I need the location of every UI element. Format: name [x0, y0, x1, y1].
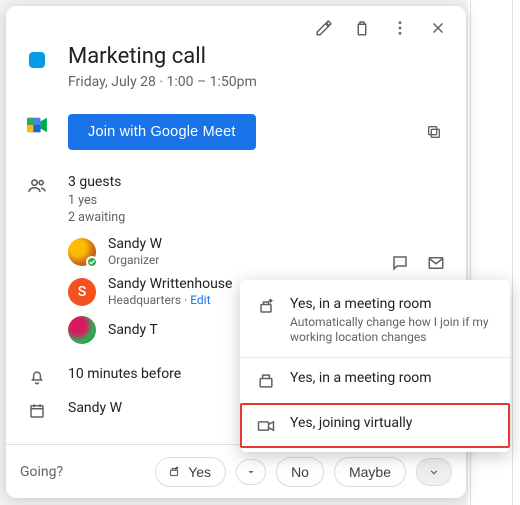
rsvp-no-button[interactable]: No — [276, 457, 324, 487]
avatar — [68, 316, 96, 344]
meet-row: Join with Google Meet — [6, 114, 466, 150]
rsvp-option-room-auto[interactable]: Yes, in a meeting room Automatically cha… — [240, 284, 510, 357]
join-meet-button[interactable]: Join with Google Meet — [68, 114, 256, 150]
bell-icon — [28, 368, 46, 386]
guests-icon — [27, 176, 47, 196]
meeting-room-auto-icon — [256, 297, 276, 317]
email-guests-icon[interactable] — [426, 253, 446, 273]
more-options-icon[interactable] — [390, 18, 410, 38]
guest-role: Organizer — [108, 253, 162, 268]
close-icon[interactable] — [428, 18, 448, 38]
rsvp-yes-label: Yes — [188, 464, 211, 480]
menu-item-title: Yes, in a meeting room — [290, 296, 494, 312]
guest-name: Sandy Writtenhouse — [108, 276, 232, 293]
event-title: Marketing call — [68, 44, 446, 70]
title-row: Marketing call Friday, July 28 · 1:00 – … — [6, 44, 466, 90]
rsvp-option-room[interactable]: Yes, in a meeting room — [240, 357, 510, 403]
rsvp-label: Going? — [20, 464, 63, 480]
rsvp-maybe-button[interactable]: Maybe — [334, 457, 406, 487]
calendar-icon — [28, 402, 46, 420]
rsvp-yes-button[interactable]: Yes — [155, 457, 226, 487]
rsvp-options-menu: Yes, in a meeting room Automatically cha… — [240, 280, 510, 452]
event-color-chip — [29, 52, 45, 68]
rsvp-footer: Going? Yes No Maybe — [6, 444, 466, 498]
video-icon — [256, 416, 276, 436]
popover-toolbar — [6, 14, 466, 44]
guest-name: Sandy T — [108, 322, 158, 339]
accepted-badge-icon — [86, 256, 98, 268]
rsvp-option-virtual[interactable]: Yes, joining virtually — [240, 403, 510, 448]
join-mode-icon — [166, 465, 182, 479]
edit-location-link[interactable]: Edit — [190, 293, 210, 307]
avatar: S — [68, 278, 96, 306]
guest-role: Headquarters · Edit — [108, 293, 232, 308]
avatar — [68, 238, 96, 266]
guest-item[interactable]: Sandy W Organizer — [68, 236, 390, 268]
guests-awaiting-count: 2 awaiting — [68, 209, 390, 226]
event-datetime: Friday, July 28 · 1:00 – 1:50pm — [68, 74, 446, 90]
menu-item-title: Yes, joining virtually — [290, 415, 412, 431]
guest-count: 3 guests — [68, 174, 390, 190]
google-meet-icon — [26, 116, 48, 134]
guests-yes-count: 1 yes — [68, 192, 390, 209]
edit-icon[interactable] — [314, 18, 334, 38]
meeting-room-icon — [256, 371, 276, 391]
copy-link-icon[interactable] — [426, 122, 446, 142]
menu-item-subtitle: Automatically change how I join if my wo… — [290, 315, 494, 345]
menu-item-title: Yes, in a meeting room — [290, 370, 432, 386]
rsvp-expand-button[interactable] — [416, 458, 452, 486]
guest-name: Sandy W — [108, 236, 162, 253]
delete-icon[interactable] — [352, 18, 372, 38]
chat-guests-icon[interactable] — [390, 253, 410, 273]
rsvp-yes-dropdown[interactable] — [236, 459, 266, 485]
